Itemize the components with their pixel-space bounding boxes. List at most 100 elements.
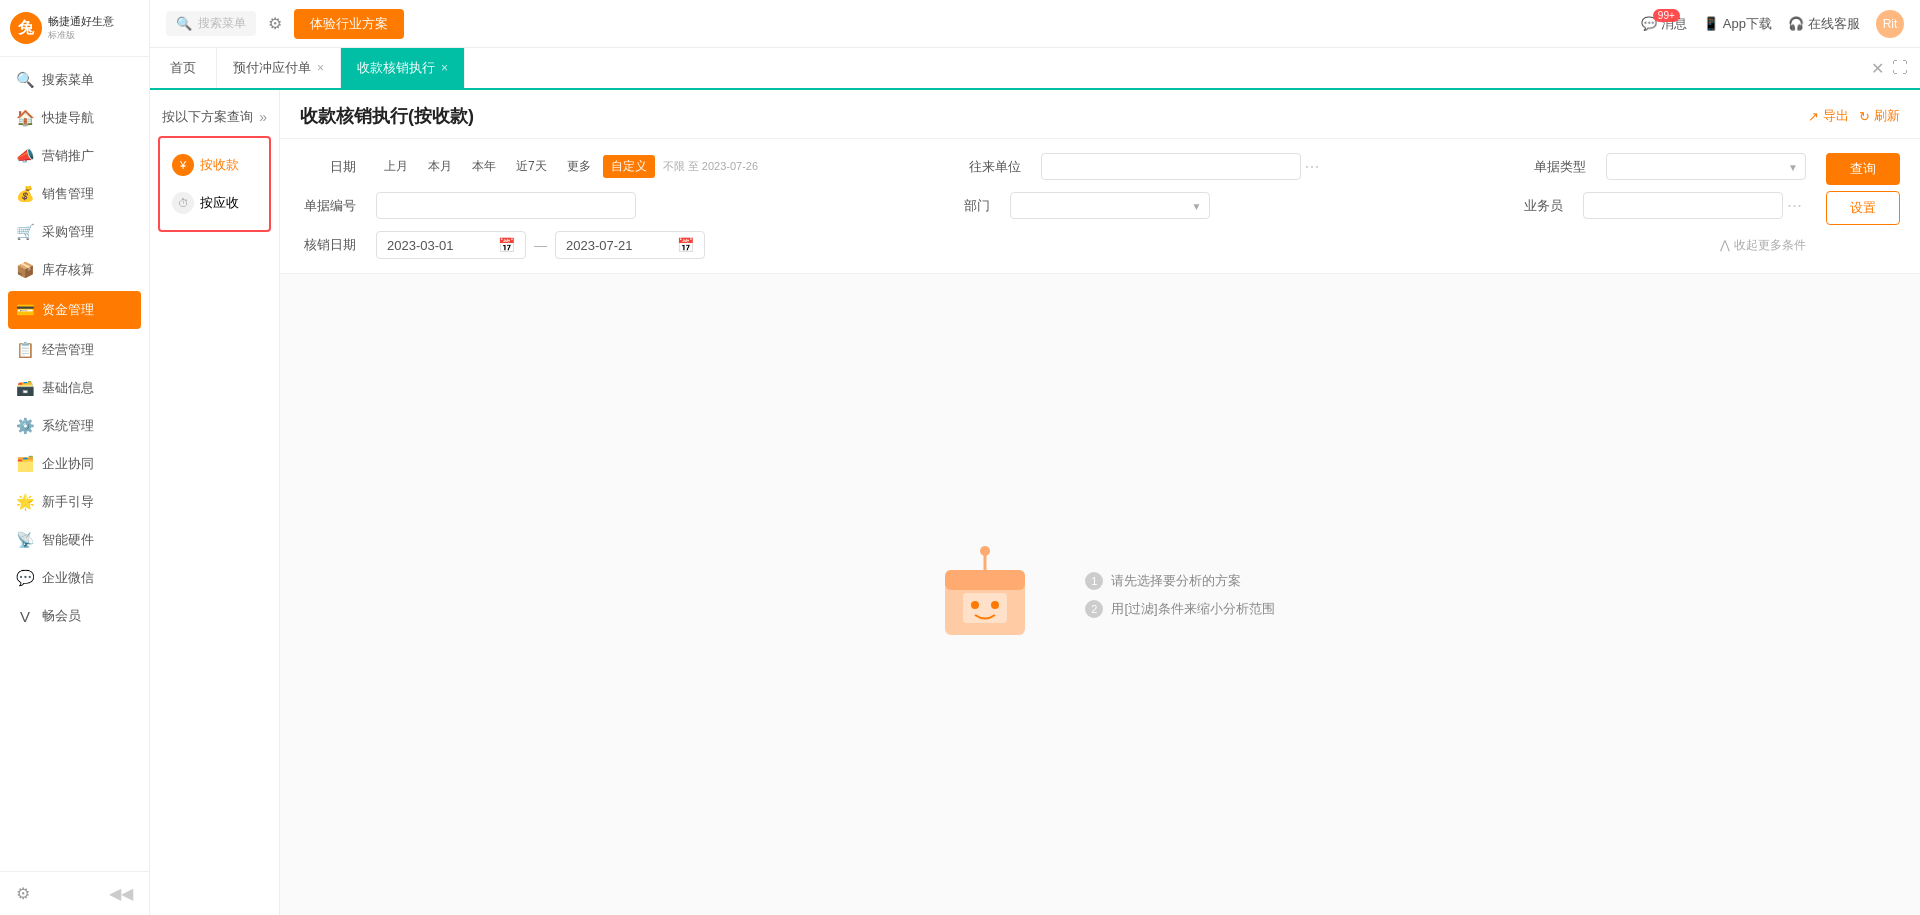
verify-date-start[interactable]: 2023-03-01 📅 <box>376 231 526 259</box>
filter-by-receivable[interactable]: ⏱ 按应收 <box>166 184 263 222</box>
topbar-left: 🔍 搜索菜单 ⚙ 体验行业方案 <box>166 9 404 39</box>
refresh-button[interactable]: ↻ 刷新 <box>1859 107 1900 125</box>
sidebar-collapse-icon[interactable]: ◀◀ <box>109 884 133 903</box>
gear-icon[interactable]: ⚙ <box>16 884 30 903</box>
date-label: 日期 <box>300 158 356 176</box>
sidebar-item-capital[interactable]: 💳 资金管理 <box>8 291 141 329</box>
sidebar-item-label: 销售管理 <box>42 185 94 203</box>
inventory-icon: 📦 <box>16 261 34 279</box>
topbar-gear-icon[interactable]: ⚙ <box>268 14 282 33</box>
counterpart-input[interactable] <box>1041 153 1301 180</box>
user-avatar[interactable]: Rit <box>1876 10 1904 38</box>
tab-close-all-icon[interactable]: ✕ <box>1871 59 1884 78</box>
doc-type-label: 单据类型 <box>1530 158 1586 176</box>
date-tab-this-month[interactable]: 本月 <box>420 155 460 178</box>
sidebar-item-inventory[interactable]: 📦 库存核算 <box>0 251 149 289</box>
sidebar-item-label: 经营管理 <box>42 341 94 359</box>
purchase-icon: 🛒 <box>16 223 34 241</box>
mobile-icon: 📱 <box>1703 16 1719 31</box>
setting-button[interactable]: 设置 <box>1826 191 1900 225</box>
empty-svg <box>925 535 1045 655</box>
verify-date-range: 2023-03-01 📅 — 2023-07-21 📅 <box>376 231 705 259</box>
sidebar-item-label: 智能硬件 <box>42 531 94 549</box>
empty-tip-2: 2 用[过滤]条件来缩小分析范围 <box>1085 600 1274 618</box>
tab-prepay[interactable]: 预付冲应付单 × <box>217 48 341 88</box>
solution-button[interactable]: 体验行业方案 <box>294 9 404 39</box>
verify-date-label: 核销日期 <box>300 236 356 254</box>
sidebar-item-label: 企业协同 <box>42 455 94 473</box>
topbar-search[interactable]: 🔍 搜索菜单 <box>166 11 256 36</box>
sidebar-item-enterprise[interactable]: 🗂️ 企业协同 <box>0 445 149 483</box>
message-button[interactable]: 💬 消息 99+ <box>1641 15 1687 33</box>
sidebar-item-basic-info[interactable]: 🗃️ 基础信息 <box>0 369 149 407</box>
doc-no-input[interactable] <box>376 192 636 219</box>
staff-input[interactable] <box>1583 192 1783 219</box>
online-service-button[interactable]: 🎧 在线客服 <box>1788 15 1860 33</box>
end-calendar-icon[interactable]: 📅 <box>677 237 694 253</box>
sidebar-item-quick-nav[interactable]: 🏠 快捷导航 <box>0 99 149 137</box>
sidebar-item-wechat[interactable]: 💬 企业微信 <box>0 559 149 597</box>
empty-state: 1 请先选择要分析的方案 2 用[过滤]条件来缩小分析范围 <box>280 274 1920 915</box>
empty-tip-1: 1 请先选择要分析的方案 <box>1085 572 1274 590</box>
sidebar-item-label: 系统管理 <box>42 417 94 435</box>
date-tab-custom[interactable]: 自定义 <box>603 155 655 178</box>
sidebar-item-label: 搜索菜单 <box>42 71 94 89</box>
sidebar-item-search[interactable]: 🔍 搜索菜单 <box>0 61 149 99</box>
filter-row-1: 日期 上月 本月 本年 近7天 更多 自定义 不限 至 2023-07-26 <box>300 153 1806 180</box>
sidebar-item-operation[interactable]: 📋 经营管理 <box>0 331 149 369</box>
svg-point-3 <box>971 601 979 609</box>
sidebar-item-system[interactable]: ⚙️ 系统管理 <box>0 407 149 445</box>
date-tab-this-year[interactable]: 本年 <box>464 155 504 178</box>
svg-point-6 <box>980 546 990 556</box>
filter-by-receipt[interactable]: ¥ 按收款 <box>166 146 263 184</box>
sidebar-item-guide[interactable]: 🌟 新手引导 <box>0 483 149 521</box>
capital-icon: 💳 <box>16 301 34 319</box>
sidebar-item-label: 营销推广 <box>42 147 94 165</box>
staff-dots[interactable]: ··· <box>1783 195 1806 216</box>
query-button[interactable]: 查询 <box>1826 153 1900 185</box>
receipt-icon: ¥ <box>172 154 194 176</box>
tab-home[interactable]: 首页 <box>150 48 217 88</box>
content-area: 按以下方案查询 » ¥ 按收款 ⏱ 按应收 收 <box>150 90 1920 915</box>
sidebar-item-label: 基础信息 <box>42 379 94 397</box>
date-tab-more[interactable]: 更多 <box>559 155 599 178</box>
tab-receipt-verify[interactable]: 收款核销执行 × <box>341 48 465 88</box>
wechat-icon: 💬 <box>16 569 34 587</box>
sidebar-item-label: 畅会员 <box>42 607 81 625</box>
doc-type-select[interactable] <box>1606 153 1806 180</box>
sidebar-item-smart-hw[interactable]: 📡 智能硬件 <box>0 521 149 559</box>
sidebar-item-member[interactable]: V 畅会员 <box>0 597 149 635</box>
left-panel-items: ¥ 按收款 ⏱ 按应收 <box>150 136 279 232</box>
verify-date-end[interactable]: 2023-07-21 📅 <box>555 231 705 259</box>
receipt-verify-tab-close[interactable]: × <box>441 61 448 75</box>
sidebar-item-label: 资金管理 <box>42 301 94 319</box>
sales-icon: 💰 <box>16 185 34 203</box>
export-button[interactable]: ↗ 导出 <box>1808 107 1849 125</box>
sidebar-item-marketing[interactable]: 📣 营销推广 <box>0 137 149 175</box>
collapse-more-conditions[interactable]: ⋀ 收起更多条件 <box>1720 237 1806 254</box>
tab-expand-icon[interactable]: ⛶ <box>1892 59 1908 77</box>
sidebar-item-label: 企业微信 <box>42 569 94 587</box>
filter-row-3: 核销日期 2023-03-01 📅 — 2023-07-21 📅 <box>300 231 1806 259</box>
basic-info-icon: 🗃️ <box>16 379 34 397</box>
smart-hw-icon: 📡 <box>16 531 34 549</box>
guide-icon: 🌟 <box>16 493 34 511</box>
collapse-icon: ⋀ <box>1720 238 1730 252</box>
start-calendar-icon[interactable]: 📅 <box>498 237 515 253</box>
date-tab-7days[interactable]: 近7天 <box>508 155 555 178</box>
dept-select[interactable] <box>1010 192 1210 219</box>
left-panel-collapse-icon[interactable]: » <box>259 109 267 125</box>
svg-point-4 <box>991 601 999 609</box>
sidebar-item-label: 采购管理 <box>42 223 94 241</box>
prepay-tab-close[interactable]: × <box>317 61 324 75</box>
sidebar-item-purchase[interactable]: 🛒 采购管理 <box>0 213 149 251</box>
left-panel: 按以下方案查询 » ¥ 按收款 ⏱ 按应收 <box>150 90 280 915</box>
doc-no-label: 单据编号 <box>300 197 356 215</box>
staff-label: 业务员 <box>1507 197 1563 215</box>
app-download-button[interactable]: 📱 App下载 <box>1703 15 1772 33</box>
marketing-icon: 📣 <box>16 147 34 165</box>
sidebar-item-sales[interactable]: 💰 销售管理 <box>0 175 149 213</box>
sidebar-item-label: 新手引导 <box>42 493 94 511</box>
counterpart-dots[interactable]: ··· <box>1301 156 1324 177</box>
date-tab-last-month[interactable]: 上月 <box>376 155 416 178</box>
